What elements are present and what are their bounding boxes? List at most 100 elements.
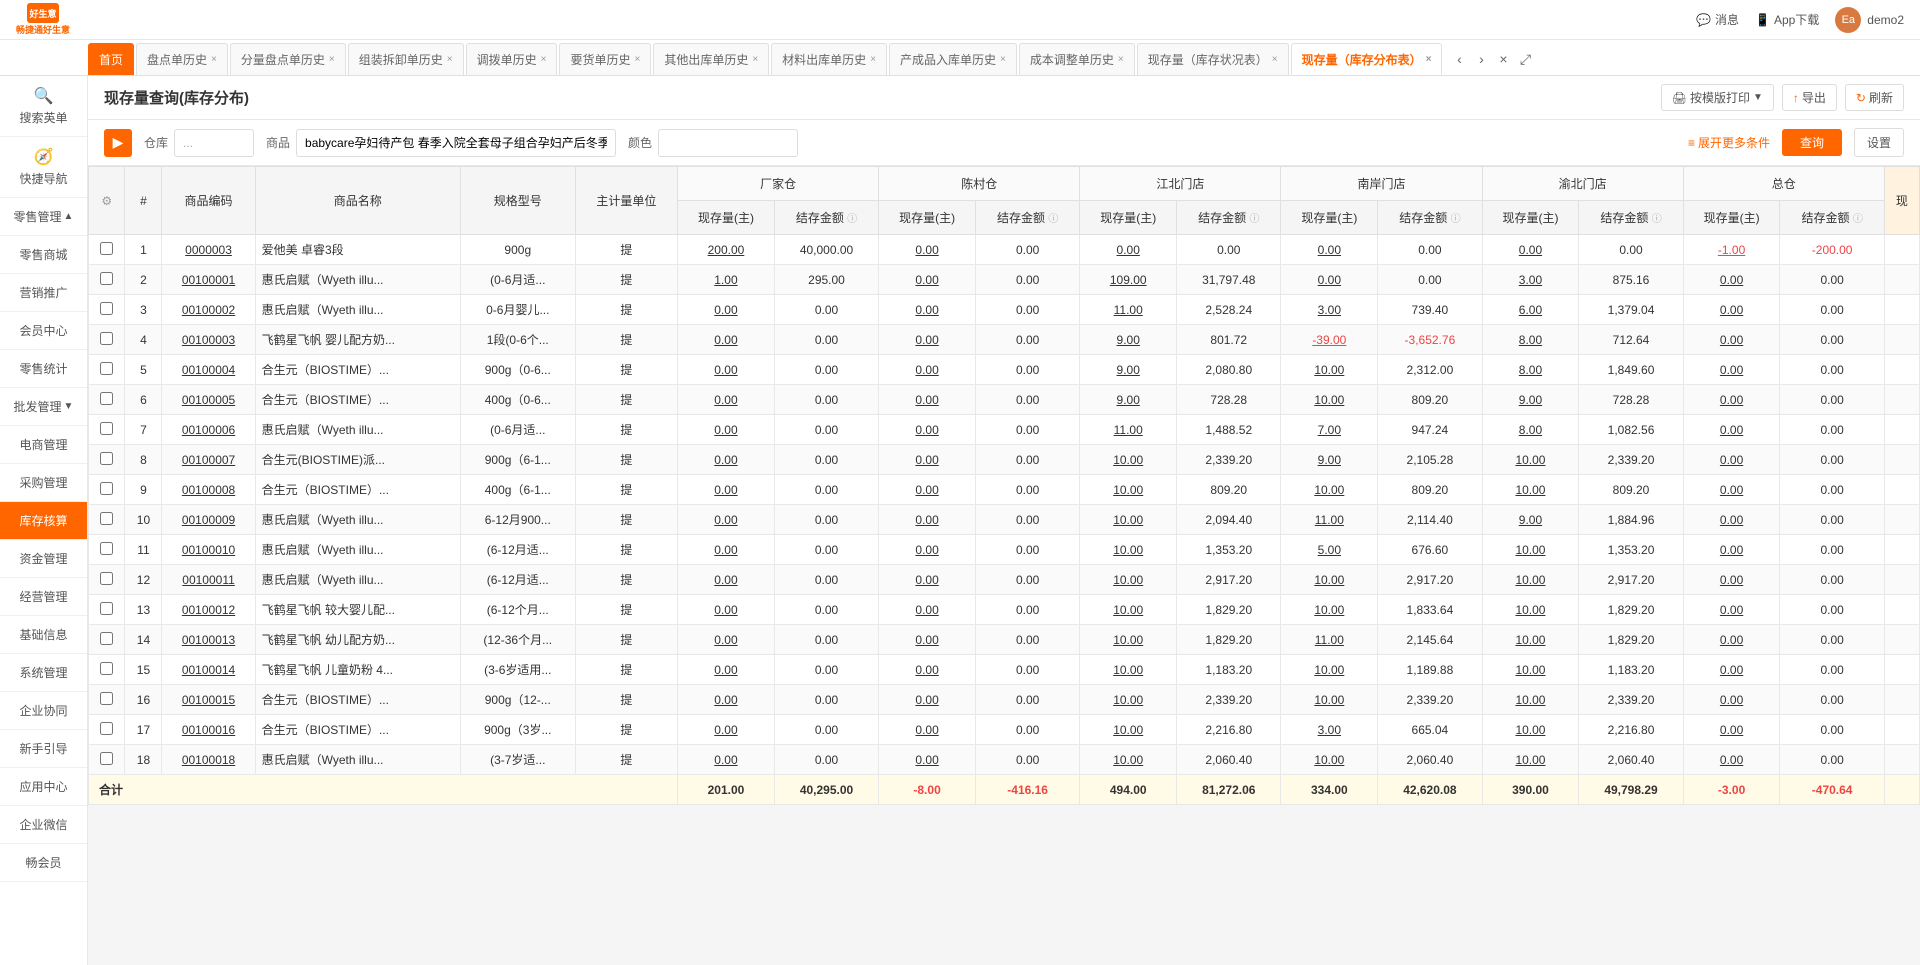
row-w2-stock[interactable]: 0.00 — [879, 295, 976, 325]
row-total-stock[interactable]: 0.00 — [1683, 325, 1780, 355]
tab-transfer[interactable]: 调拨单历史 × — [466, 43, 558, 75]
close-icon[interactable]: × — [870, 54, 876, 65]
tab-product-in[interactable]: 产成品入库单历史 × — [889, 43, 1017, 75]
goods-input[interactable] — [296, 129, 616, 157]
sidebar-item-retail-shop[interactable]: 零售商城 — [0, 236, 87, 274]
sidebar-item-retail-stats[interactable]: 零售统计 — [0, 350, 87, 388]
row-w1-stock[interactable]: 0.00 — [678, 355, 775, 385]
row-code[interactable]: 00100003 — [162, 325, 255, 355]
row-w2-stock[interactable]: 0.00 — [879, 415, 976, 445]
row-w1-stock[interactable]: 0.00 — [678, 445, 775, 475]
row-check[interactable] — [100, 722, 113, 735]
row-w4-stock[interactable]: -39.00 — [1281, 325, 1378, 355]
row-w4-stock[interactable]: 5.00 — [1281, 535, 1378, 565]
tab-requisition[interactable]: 要货单历史 × — [559, 43, 651, 75]
row-check[interactable] — [100, 452, 113, 465]
row-checkbox[interactable] — [89, 685, 125, 715]
sidebar-item-guide[interactable]: 新手引导 — [0, 730, 87, 768]
row-w5-stock[interactable]: 10.00 — [1482, 715, 1579, 745]
row-w2-stock[interactable]: 0.00 — [879, 625, 976, 655]
row-code[interactable]: 00100010 — [162, 535, 255, 565]
row-checkbox[interactable] — [89, 505, 125, 535]
sidebar-item-retail[interactable]: 零售管理 ▲ — [0, 198, 87, 236]
close-icon[interactable]: × — [752, 54, 758, 65]
row-w3-stock[interactable]: 11.00 — [1080, 415, 1177, 445]
row-checkbox[interactable] — [89, 295, 125, 325]
row-w4-stock[interactable]: 3.00 — [1281, 295, 1378, 325]
row-w1-stock[interactable]: 0.00 — [678, 595, 775, 625]
batch-print-btn[interactable]: 🖨 按模版打印 ▼ — [1661, 84, 1774, 111]
row-code[interactable]: 00100002 — [162, 295, 255, 325]
color-input[interactable] — [658, 129, 798, 157]
row-check[interactable] — [100, 302, 113, 315]
row-check[interactable] — [100, 392, 113, 405]
row-check[interactable] — [100, 602, 113, 615]
row-w4-stock[interactable]: 7.00 — [1281, 415, 1378, 445]
row-w5-stock[interactable]: 0.00 — [1482, 235, 1579, 265]
row-code[interactable]: 00100014 — [162, 655, 255, 685]
row-code[interactable]: 00100018 — [162, 745, 255, 775]
row-code[interactable]: 00100004 — [162, 355, 255, 385]
sidebar-item-purchase[interactable]: 采购管理 — [0, 464, 87, 502]
row-w3-stock[interactable]: 9.00 — [1080, 355, 1177, 385]
row-check[interactable] — [100, 662, 113, 675]
row-w3-stock[interactable]: 109.00 — [1080, 265, 1177, 295]
row-checkbox[interactable] — [89, 655, 125, 685]
row-check[interactable] — [100, 752, 113, 765]
row-w1-stock[interactable]: 0.00 — [678, 475, 775, 505]
row-w2-stock[interactable]: 0.00 — [879, 595, 976, 625]
row-total-stock[interactable]: 0.00 — [1683, 385, 1780, 415]
export-btn[interactable]: ↑ 导出 — [1782, 84, 1837, 111]
row-w4-stock[interactable]: 10.00 — [1281, 475, 1378, 505]
refresh-btn[interactable]: ↻ 刷新 — [1845, 84, 1904, 111]
tab-branch-inventory[interactable]: 分量盘点单历史 × — [230, 43, 346, 75]
row-w4-stock[interactable]: 10.00 — [1281, 685, 1378, 715]
col-settings-header[interactable]: ⚙ — [89, 167, 125, 235]
row-w2-stock[interactable]: 0.00 — [879, 505, 976, 535]
row-checkbox[interactable] — [89, 355, 125, 385]
info-icon[interactable]: ⓘ — [1451, 214, 1461, 225]
row-w4-stock[interactable]: 11.00 — [1281, 625, 1378, 655]
row-check[interactable] — [100, 572, 113, 585]
row-w5-stock[interactable]: 10.00 — [1482, 595, 1579, 625]
row-w3-stock[interactable]: 10.00 — [1080, 715, 1177, 745]
row-w2-stock[interactable]: 0.00 — [879, 745, 976, 775]
row-w2-stock[interactable]: 0.00 — [879, 655, 976, 685]
close-icon[interactable]: × — [1272, 54, 1278, 65]
row-w5-stock[interactable]: 10.00 — [1482, 655, 1579, 685]
row-code[interactable]: 00100015 — [162, 685, 255, 715]
query-btn[interactable]: 查询 — [1782, 129, 1842, 156]
row-w2-stock[interactable]: 0.00 — [879, 535, 976, 565]
row-w4-stock[interactable]: 11.00 — [1281, 505, 1378, 535]
sidebar-item-basic[interactable]: 基础信息 — [0, 616, 87, 654]
row-total-stock[interactable]: 0.00 — [1683, 715, 1780, 745]
row-checkbox[interactable] — [89, 535, 125, 565]
row-check[interactable] — [100, 482, 113, 495]
close-icon[interactable]: × — [1118, 54, 1124, 65]
row-w2-stock[interactable]: 0.00 — [879, 385, 976, 415]
row-checkbox[interactable] — [89, 715, 125, 745]
row-w3-stock[interactable]: 0.00 — [1080, 235, 1177, 265]
row-w5-stock[interactable]: 8.00 — [1482, 325, 1579, 355]
row-w3-stock[interactable]: 10.00 — [1080, 475, 1177, 505]
row-w5-stock[interactable]: 6.00 — [1482, 295, 1579, 325]
row-code[interactable]: 00100013 — [162, 625, 255, 655]
tab-home[interactable]: 首页 — [88, 43, 134, 75]
row-total-stock[interactable]: 0.00 — [1683, 685, 1780, 715]
row-w1-stock[interactable]: 0.00 — [678, 655, 775, 685]
row-w3-stock[interactable]: 10.00 — [1080, 535, 1177, 565]
row-w5-stock[interactable]: 10.00 — [1482, 745, 1579, 775]
tab-next-btn[interactable]: › — [1470, 43, 1492, 75]
sidebar-item-system[interactable]: 系统管理 — [0, 654, 87, 692]
row-code[interactable]: 00100012 — [162, 595, 255, 625]
row-checkbox[interactable] — [89, 235, 125, 265]
row-checkbox[interactable] — [89, 415, 125, 445]
row-w5-stock[interactable]: 10.00 — [1482, 535, 1579, 565]
row-check[interactable] — [100, 332, 113, 345]
warehouse-input[interactable] — [174, 129, 254, 157]
row-code[interactable]: 00100005 — [162, 385, 255, 415]
row-w1-stock[interactable]: 0.00 — [678, 535, 775, 565]
row-checkbox[interactable] — [89, 625, 125, 655]
row-w4-stock[interactable]: 0.00 — [1281, 235, 1378, 265]
row-w3-stock[interactable]: 10.00 — [1080, 595, 1177, 625]
